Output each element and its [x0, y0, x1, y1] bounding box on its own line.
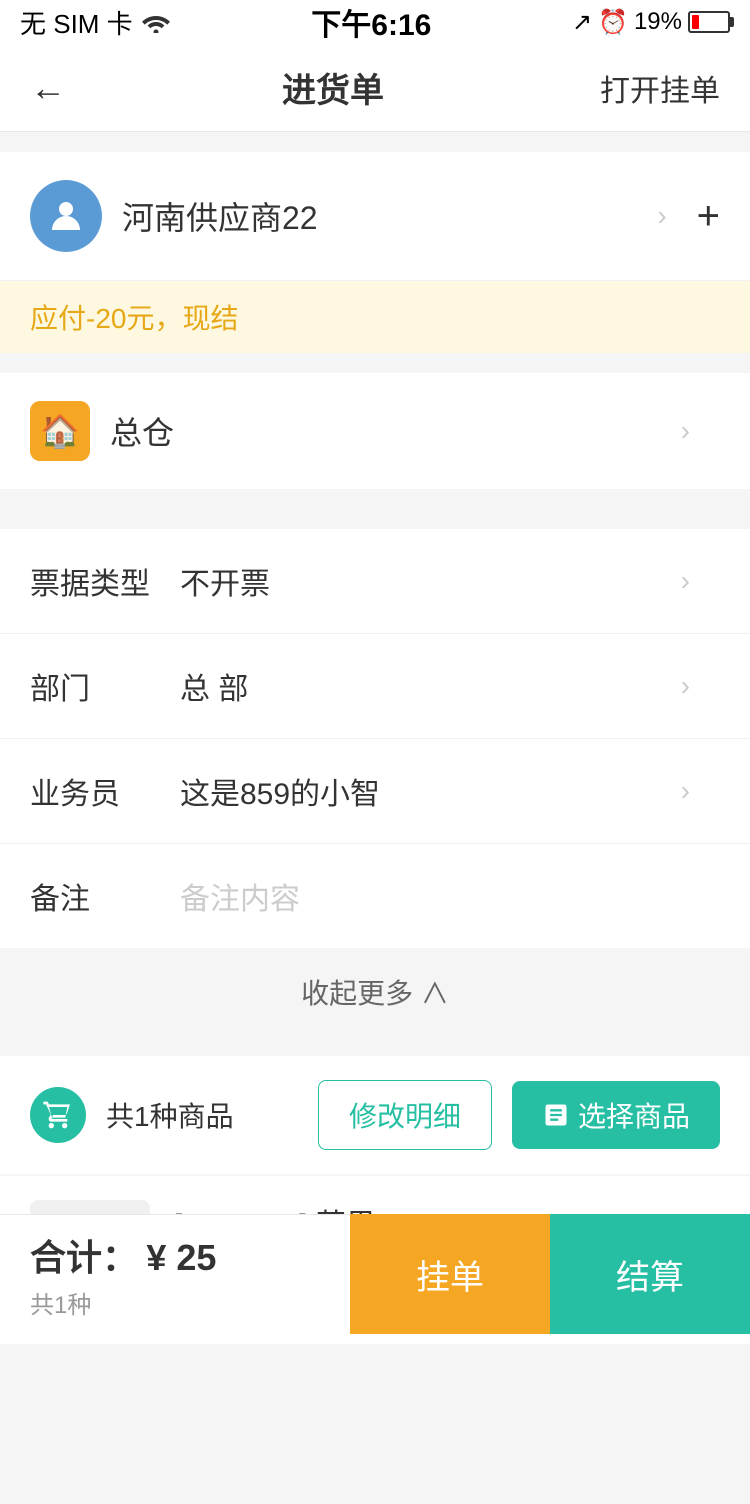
warehouse-card: 🏠 总仓 ›	[0, 373, 750, 489]
status-right: ↗ ⏰ 19%	[572, 8, 730, 37]
status-carrier: 无 SIM 卡	[20, 4, 171, 41]
edit-detail-button[interactable]: 修改明细	[318, 1080, 492, 1150]
person-icon	[45, 195, 87, 237]
warehouse-icon: 🏠	[30, 401, 90, 461]
chevron-right-icon: ›	[681, 415, 690, 447]
product-header: 共1种商品 修改明细 选择商品	[0, 1056, 750, 1174]
department-label: 部门	[30, 664, 160, 708]
chevron-right-icon: ›	[681, 775, 690, 807]
form-section: 票据类型 不开票 › 部门 总 部 › 业务员 这是859的小智 › 备注 备注…	[0, 529, 750, 948]
open-hang-button[interactable]: 打开挂单	[600, 66, 720, 110]
product-count: 共1种商品	[106, 1095, 298, 1135]
salesperson-value: 这是859的小智	[160, 769, 681, 813]
add-button[interactable]: +	[697, 194, 720, 239]
department-row[interactable]: 部门 总 部 ›	[0, 634, 750, 739]
remark-label: 备注	[30, 874, 160, 918]
bottom-total: 合计： ¥ 25 共1种	[0, 1214, 350, 1334]
warehouse-row[interactable]: 🏠 总仓 ›	[0, 373, 750, 489]
cart-icon	[42, 1099, 74, 1131]
supplier-card: 河南供应商22 › + 应付-20元，现结	[0, 152, 750, 353]
chevron-right-icon: ›	[657, 200, 666, 232]
product-header-icon	[30, 1087, 86, 1143]
total-amount: 合计： ¥ 25	[30, 1229, 320, 1281]
remark-input[interactable]: 备注内容	[160, 874, 720, 918]
battery-icon	[688, 11, 730, 33]
status-time: 下午6:16	[311, 0, 431, 44]
supplier-name: 河南供应商22	[122, 193, 657, 239]
divider-1	[0, 353, 750, 373]
checkout-button[interactable]: 结算	[550, 1214, 750, 1334]
nav-bar: ← 进货单 打开挂单	[0, 44, 750, 132]
select-product-button[interactable]: 选择商品	[512, 1081, 720, 1149]
status-bar: 无 SIM 卡 下午6:16 ↗ ⏰ 19%	[0, 0, 750, 44]
total-count: 共1种	[30, 1285, 320, 1320]
back-button[interactable]: ←	[30, 67, 66, 109]
battery-percent: 19%	[634, 8, 682, 36]
invoice-label: 票据类型	[30, 559, 160, 603]
bottom-bar: 合计： ¥ 25 共1种 挂单 结算	[0, 1214, 750, 1334]
collapse-more[interactable]: 收起更多 ∧	[0, 948, 750, 1036]
top-divider	[0, 132, 750, 152]
avatar	[30, 180, 102, 252]
select-product-icon	[542, 1101, 570, 1129]
alert-banner: 应付-20元，现结	[0, 281, 750, 353]
invoice-row[interactable]: 票据类型 不开票 ›	[0, 529, 750, 634]
salesperson-label: 业务员	[30, 769, 160, 813]
divider-2	[0, 489, 750, 509]
warehouse-name: 总仓	[110, 408, 681, 454]
hang-button[interactable]: 挂单	[350, 1214, 550, 1334]
alarm-icon: ⏰	[598, 8, 628, 37]
remark-row[interactable]: 备注 备注内容	[0, 844, 750, 948]
chevron-right-icon: ›	[681, 565, 690, 597]
department-value: 总 部	[160, 664, 681, 708]
wifi-icon	[141, 11, 171, 33]
invoice-value: 不开票	[160, 559, 681, 603]
location-icon: ↗	[572, 8, 592, 37]
chevron-right-icon: ›	[681, 670, 690, 702]
supplier-row[interactable]: 河南供应商22 › +	[0, 152, 750, 281]
salesperson-row[interactable]: 业务员 这是859的小智 ›	[0, 739, 750, 844]
page-title: 进货单	[282, 63, 384, 112]
bottom-spacer	[0, 1344, 750, 1504]
